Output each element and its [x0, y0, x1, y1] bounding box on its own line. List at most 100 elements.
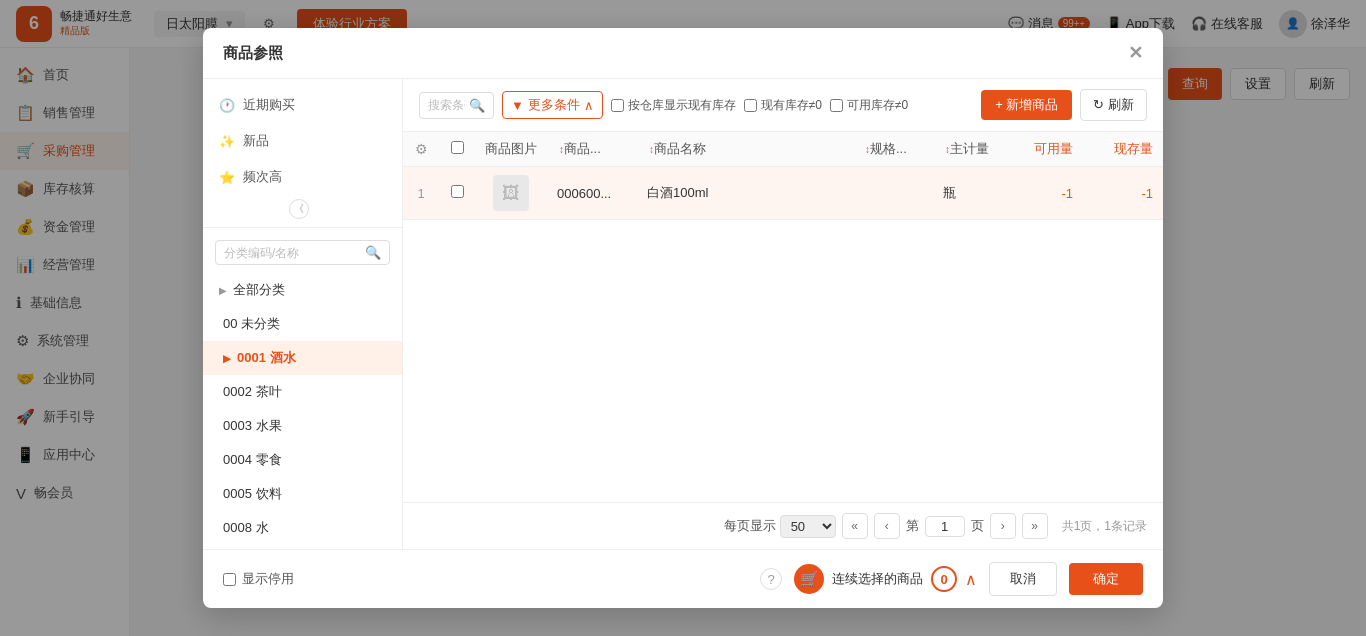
cart-text: 连续选择的商品 — [832, 570, 923, 588]
filter-label: 更多条件 — [528, 96, 580, 114]
row-spec — [853, 167, 933, 220]
show-disabled-checkbox[interactable] — [223, 573, 236, 586]
category-item-tea[interactable]: 0002 茶叶 — [203, 375, 402, 409]
col-header-img: 商品图片 — [475, 132, 547, 167]
table-row[interactable]: 1 🖼 000600... 白酒100ml 瓶 -1 -1 — [403, 167, 1163, 220]
product-table: ⚙ 商品图片 ↕商品... ↕商品名称 ↕规格... — [403, 132, 1163, 220]
modal-overlay: 商品参照 ✕ 🕐 近期购买 ✨ 新品 ⭐ 频次高 《 — [0, 0, 1366, 636]
sort-icon-unit: ↕ — [945, 144, 950, 155]
category-item-uncategorized[interactable]: 00 未分类 — [203, 307, 402, 341]
new-icon: ✨ — [219, 134, 235, 149]
row-num: 1 — [403, 167, 439, 220]
page-label2: 页 — [971, 517, 984, 535]
page-first-btn[interactable]: « — [842, 513, 868, 539]
warehouse-filter[interactable]: 按仓库显示现有库存 — [611, 97, 736, 114]
collapse-up-icon[interactable]: ∧ — [965, 570, 977, 589]
modal-footer: 显示停用 ? 🛒 连续选择的商品 0 ∧ 取消 确定 — [203, 549, 1163, 608]
modal-body: 🕐 近期购买 ✨ 新品 ⭐ 频次高 《 🔍 — [203, 79, 1163, 549]
modal-right-content: 🔍 ▼ 更多条件 ∧ 按仓库显示现有库存 现有库存≠0 — [403, 79, 1163, 549]
row-code: 000600... — [547, 167, 637, 220]
row-checkbox[interactable] — [451, 185, 464, 198]
col-header-stock: 现存量 — [1083, 132, 1163, 167]
page-next-btn[interactable]: › — [990, 513, 1016, 539]
select-all-checkbox[interactable] — [451, 141, 464, 154]
modal-title: 商品参照 — [223, 44, 283, 63]
cart-icon[interactable]: 🛒 — [794, 564, 824, 594]
category-all-label: 全部分类 — [233, 281, 285, 299]
table-settings-icon[interactable]: ⚙ — [415, 141, 428, 157]
frequent-label: 频次高 — [243, 168, 282, 186]
nav-item-recent[interactable]: 🕐 近期购买 — [203, 87, 402, 123]
nonzero-filter-label: 现有库存≠0 — [761, 97, 822, 114]
page-last-btn[interactable]: » — [1022, 513, 1048, 539]
col-header-check[interactable] — [439, 132, 475, 167]
recent-icon: 🕐 — [219, 98, 235, 113]
warehouse-filter-label: 按仓库显示现有库存 — [628, 97, 736, 114]
per-page-label: 每页显示 — [724, 517, 776, 535]
modal-close-btn[interactable]: ✕ — [1128, 42, 1143, 64]
cart-count: 0 — [931, 566, 957, 592]
filter-btn[interactable]: ▼ 更多条件 ∧ — [502, 91, 603, 119]
collapse-sidebar-btn[interactable]: 《 — [289, 199, 309, 219]
col-header-spec[interactable]: ↕规格... — [853, 132, 933, 167]
category-item-liquor[interactable]: 0001 酒水 — [203, 341, 402, 375]
category-item-water[interactable]: 0008 水 — [203, 511, 402, 545]
modal-header: 商品参照 ✕ — [203, 28, 1163, 79]
product-thumbnail: 🖼 — [493, 175, 529, 211]
new-label: 新品 — [243, 132, 269, 150]
available-filter[interactable]: 可用库存≠0 — [830, 97, 908, 114]
nav-item-frequent[interactable]: ⭐ 频次高 — [203, 159, 402, 195]
confirm-btn[interactable]: 确定 — [1069, 563, 1143, 595]
sort-icon-name: ↕ — [649, 144, 654, 155]
per-page-select[interactable]: 50 20 100 — [780, 515, 836, 538]
row-check[interactable] — [439, 167, 475, 220]
category-item-snack[interactable]: 0004 零食 — [203, 443, 402, 477]
category-search-icon: 🔍 — [365, 245, 381, 260]
product-search-input[interactable] — [428, 98, 465, 112]
pagination: 每页显示 50 20 100 « ‹ 第 页 › » 共1页，1条记录 — [403, 502, 1163, 549]
col-header-code[interactable]: ↕商品... — [547, 132, 637, 167]
product-table-wrap: ⚙ 商品图片 ↕商品... ↕商品名称 ↕规格... — [403, 132, 1163, 502]
filter-icon: ▼ — [511, 98, 524, 113]
filter-arrow-icon: ∧ — [584, 98, 594, 113]
row-available: -1 — [1003, 167, 1083, 220]
cart-area: 🛒 连续选择的商品 0 ∧ — [794, 564, 977, 594]
per-page-selector[interactable]: 每页显示 50 20 100 — [724, 515, 836, 538]
modal-toolbar: 🔍 ▼ 更多条件 ∧ 按仓库显示现有库存 现有库存≠0 — [403, 79, 1163, 132]
category-search-box[interactable]: 🔍 — [215, 240, 390, 265]
row-stock: -1 — [1083, 167, 1163, 220]
total-info: 共1页，1条记录 — [1062, 518, 1147, 535]
product-reference-modal: 商品参照 ✕ 🕐 近期购买 ✨ 新品 ⭐ 频次高 《 — [203, 28, 1163, 608]
sort-icon-spec: ↕ — [865, 144, 870, 155]
page-prev-btn[interactable]: ‹ — [874, 513, 900, 539]
category-search-input[interactable] — [224, 246, 361, 260]
left-divider — [203, 227, 402, 228]
col-header-unit[interactable]: ↕主计量 — [933, 132, 1003, 167]
cancel-btn[interactable]: 取消 — [989, 562, 1057, 596]
warehouse-checkbox[interactable] — [611, 99, 624, 112]
category-item-drink[interactable]: 0005 饮料 — [203, 477, 402, 511]
search-icon: 🔍 — [469, 98, 485, 113]
available-filter-label: 可用库存≠0 — [847, 97, 908, 114]
nav-item-new[interactable]: ✨ 新品 — [203, 123, 402, 159]
modal-left-sidebar: 🕐 近期购买 ✨ 新品 ⭐ 频次高 《 🔍 — [203, 79, 403, 549]
recent-label: 近期购买 — [243, 96, 295, 114]
col-header-settings[interactable]: ⚙ — [403, 132, 439, 167]
row-name: 白酒100ml — [637, 167, 853, 220]
category-item-fruit[interactable]: 0003 水果 — [203, 409, 402, 443]
product-search-box[interactable]: 🔍 — [419, 92, 494, 119]
col-header-avail: 可用量 — [1003, 132, 1083, 167]
nonzero-filter[interactable]: 现有库存≠0 — [744, 97, 822, 114]
refresh-btn[interactable]: ↻ 刷新 — [1080, 89, 1147, 121]
help-icon[interactable]: ? — [760, 568, 782, 590]
category-all[interactable]: 全部分类 — [203, 273, 402, 307]
row-img: 🖼 — [475, 167, 547, 220]
show-disabled-toggle[interactable]: 显示停用 — [223, 570, 294, 588]
page-number-input[interactable] — [925, 516, 965, 537]
page-label: 第 — [906, 517, 919, 535]
nonzero-checkbox[interactable] — [744, 99, 757, 112]
available-checkbox[interactable] — [830, 99, 843, 112]
col-header-name[interactable]: ↕商品名称 — [637, 132, 853, 167]
add-product-btn[interactable]: + 新增商品 — [981, 90, 1072, 120]
frequent-icon: ⭐ — [219, 170, 235, 185]
